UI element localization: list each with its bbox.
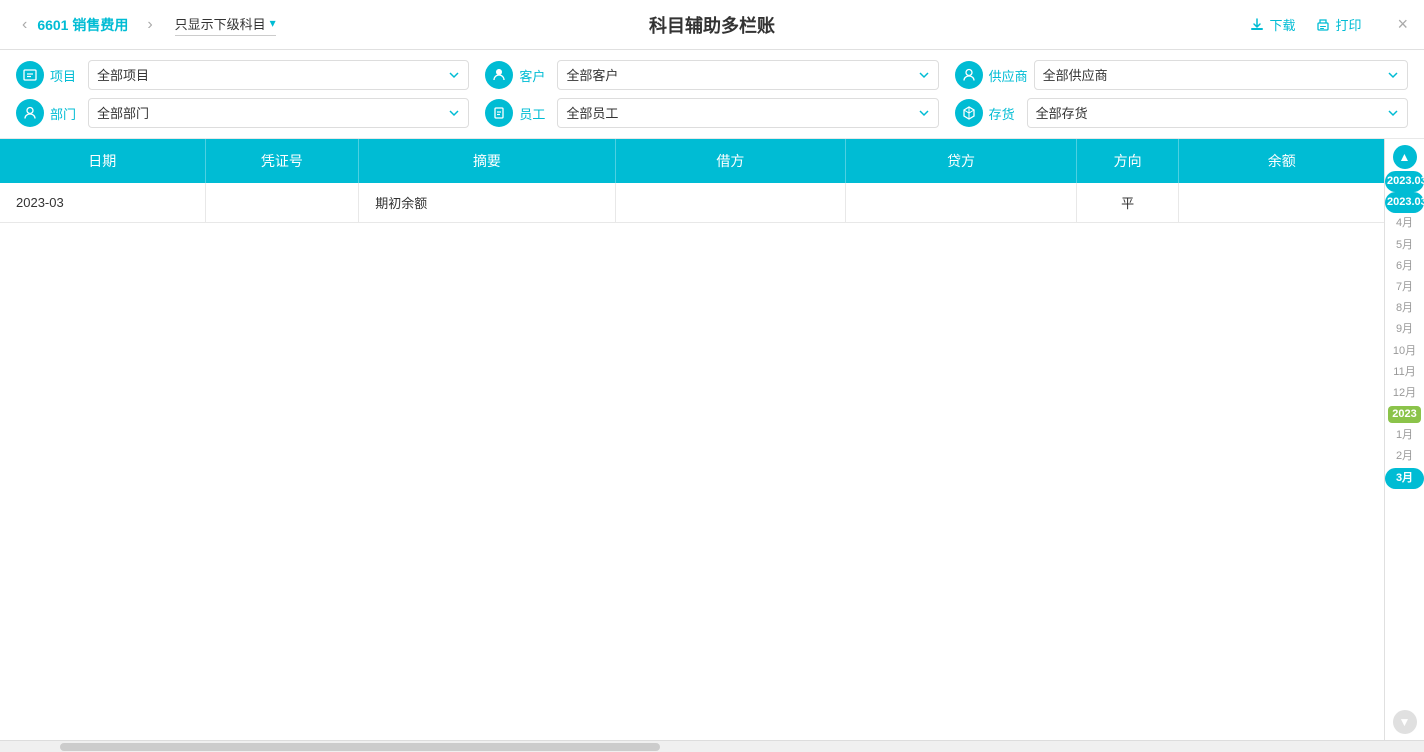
customer-label: 客户 xyxy=(519,66,551,85)
timeline-item-4[interactable]: 4月 xyxy=(1385,213,1424,234)
next-account-button[interactable]: › xyxy=(141,14,158,36)
project-select[interactable]: 全部项目 xyxy=(88,60,469,90)
col-direction: 方向 xyxy=(1076,139,1179,183)
timeline-year-2023[interactable]: 2023 xyxy=(1388,406,1420,423)
cell-direction: 平 xyxy=(1076,183,1179,223)
table-header-row: 日期 凭证号 摘要 借方 贷方 方向 余额 xyxy=(0,139,1384,183)
chevron-down-icon: ▼ xyxy=(1399,715,1411,729)
chevron-up-icon: ▲ xyxy=(1399,150,1411,164)
cell-debit xyxy=(615,183,846,223)
filter-group-department: 部门 全部部门 xyxy=(16,98,469,128)
prev-account-button[interactable]: ‹ xyxy=(16,14,33,36)
col-credit: 贷方 xyxy=(846,139,1077,183)
timeline-item-7[interactable]: 7月 xyxy=(1385,277,1424,298)
filter-group-inventory: 存货 全部存货 xyxy=(955,98,1408,128)
department-label: 部门 xyxy=(50,104,82,123)
download-button[interactable]: 下载 xyxy=(1249,15,1295,34)
timeline-down-button[interactable]: ▼ xyxy=(1393,710,1417,734)
timeline-item-6[interactable]: 6月 xyxy=(1385,256,1424,277)
timeline-up-button[interactable]: ▲ xyxy=(1393,145,1417,169)
side-timeline: ▲ 2023.03 2023.03 4月 5月 6月 7月 8月 9月 10月 … xyxy=(1384,139,1424,740)
filter-group-supplier: 供应商 全部供应商 xyxy=(955,60,1408,90)
print-label: 打印 xyxy=(1335,15,1361,34)
project-icon xyxy=(16,61,44,89)
supplier-icon xyxy=(955,61,983,89)
col-voucher: 凭证号 xyxy=(205,139,359,183)
print-button[interactable]: 打印 xyxy=(1315,15,1361,34)
customer-icon xyxy=(485,61,513,89)
timeline-item-3-current[interactable]: 3月 xyxy=(1385,468,1424,489)
col-debit: 借方 xyxy=(615,139,846,183)
timeline-item-10[interactable]: 10月 xyxy=(1385,341,1424,362)
timeline-item-2[interactable]: 2月 xyxy=(1385,446,1424,467)
employee-icon xyxy=(485,99,513,127)
project-label: 项目 xyxy=(50,66,82,85)
cell-date: 2023-03 xyxy=(0,183,205,223)
department-icon xyxy=(16,99,44,127)
ledger-table: 日期 凭证号 摘要 借方 贷方 方向 余额 2023-03 期初余额 xyxy=(0,139,1384,223)
filter-group-project: 项目 全部项目 xyxy=(16,60,469,90)
timeline-item-8[interactable]: 8月 xyxy=(1385,298,1424,319)
cell-balance xyxy=(1179,183,1384,223)
chevron-down-icon: ▾ xyxy=(270,16,276,30)
table-row: 2023-03 期初余额 平 xyxy=(0,183,1384,223)
show-sub-accounts-dropdown[interactable]: 只显示下级科目 ▾ xyxy=(175,14,276,36)
header-actions: 下载 打印 × xyxy=(1249,14,1408,35)
filter-group-employee: 员工 全部员工 xyxy=(485,98,938,128)
close-button[interactable]: × xyxy=(1397,14,1408,35)
employee-select[interactable]: 全部员工 xyxy=(557,98,938,128)
cell-summary: 期初余额 xyxy=(359,183,615,223)
supplier-label: 供应商 xyxy=(989,66,1028,85)
inventory-icon xyxy=(955,99,983,127)
timeline-item-2023-03-second[interactable]: 2023.03 xyxy=(1385,192,1424,213)
col-summary: 摘要 xyxy=(359,139,615,183)
filter-row-2: 部门 全部部门 员工 全部员工 存货 全部 xyxy=(16,98,1408,128)
filter-bar: 项目 全部项目 客户 全部客户 供应商 全 xyxy=(0,50,1424,139)
timeline-item-9[interactable]: 9月 xyxy=(1385,319,1424,340)
supplier-select[interactable]: 全部供应商 xyxy=(1034,60,1408,90)
col-date: 日期 xyxy=(0,139,205,183)
inventory-label: 存货 xyxy=(989,104,1021,123)
customer-select[interactable]: 全部客户 xyxy=(557,60,938,90)
department-select[interactable]: 全部部门 xyxy=(88,98,469,128)
timeline-item-2023-03-first[interactable]: 2023.03 xyxy=(1385,171,1424,192)
cell-credit xyxy=(846,183,1077,223)
horizontal-scrollbar[interactable] xyxy=(0,740,1424,752)
download-label: 下载 xyxy=(1269,15,1295,34)
filter-group-customer: 客户 全部客户 xyxy=(485,60,938,90)
page-title: 科目辅助多栏账 xyxy=(649,12,775,38)
show-sub-accounts-label: 只显示下级科目 xyxy=(175,14,266,33)
timeline-item-5[interactable]: 5月 xyxy=(1385,235,1424,256)
col-balance: 余额 xyxy=(1179,139,1384,183)
timeline-item-12[interactable]: 12月 xyxy=(1385,383,1424,404)
timeline-item-11[interactable]: 11月 xyxy=(1385,362,1424,383)
timeline-item-1[interactable]: 1月 xyxy=(1385,425,1424,446)
print-icon xyxy=(1315,17,1331,33)
main-window: ‹ 6601 销售费用 › 只显示下级科目 ▾ 科目辅助多栏账 下载 xyxy=(0,0,1424,752)
account-code: 6601 销售费用 xyxy=(37,15,137,35)
table-wrapper[interactable]: 日期 凭证号 摘要 借方 贷方 方向 余额 2023-03 期初余额 xyxy=(0,139,1424,740)
scrollbar-thumb[interactable] xyxy=(60,743,660,751)
filter-row-1: 项目 全部项目 客户 全部客户 供应商 全 xyxy=(16,60,1408,90)
download-icon xyxy=(1249,17,1265,33)
title-bar: ‹ 6601 销售费用 › 只显示下级科目 ▾ 科目辅助多栏账 下载 xyxy=(0,0,1424,50)
inventory-select[interactable]: 全部存货 xyxy=(1027,98,1408,128)
employee-label: 员工 xyxy=(519,104,551,123)
cell-voucher xyxy=(205,183,359,223)
